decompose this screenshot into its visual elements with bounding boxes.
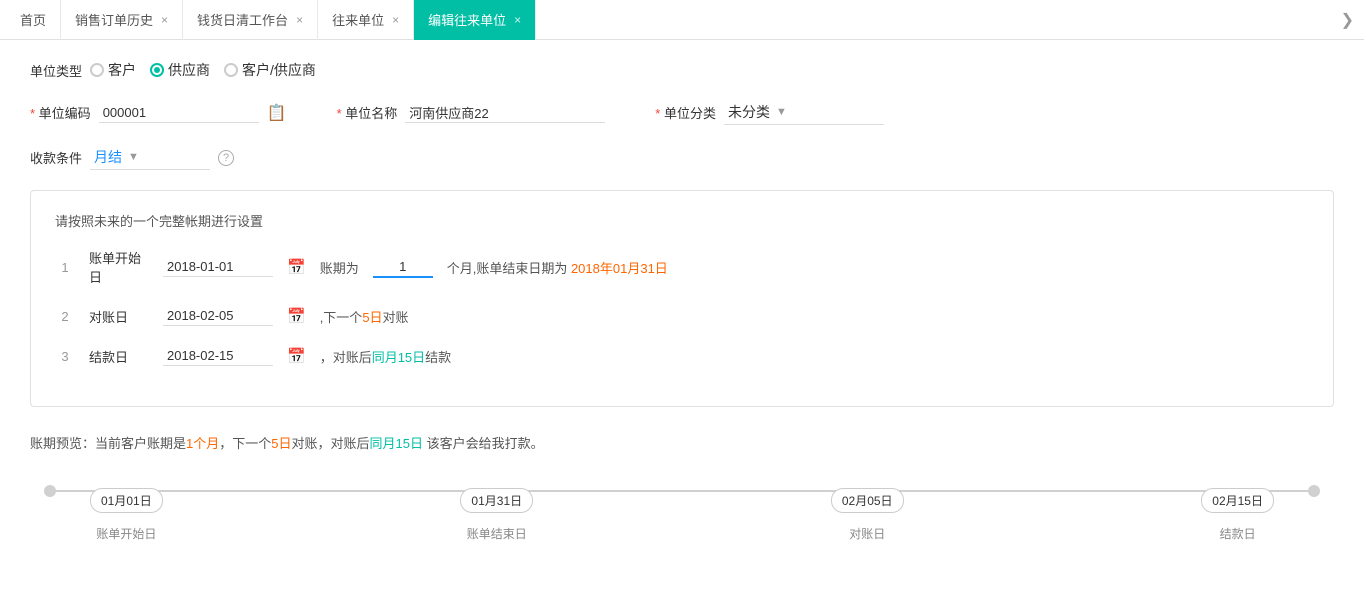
timeline-date-2: 02月05日 bbox=[831, 488, 904, 513]
unit-type-radio-group: 客户 供应商 客户/供应商 bbox=[90, 60, 316, 80]
timeline-date-1: 01月31日 bbox=[460, 488, 533, 513]
tab-home[interactable]: 首页 bbox=[10, 0, 61, 40]
unit-classify-value: 未分类 bbox=[728, 102, 770, 122]
tab-sales-label: 销售订单历史 bbox=[75, 10, 153, 29]
payment-date-input[interactable] bbox=[163, 346, 273, 366]
period-label-2: 对账日 bbox=[89, 307, 149, 326]
period-row-2: 2 对账日 📅 ,下一个5日对账 bbox=[55, 306, 1309, 326]
payment-desc: ，对账后同月15日结款 bbox=[320, 347, 452, 366]
unit-code-copy-icon[interactable]: 📋 bbox=[267, 103, 287, 123]
period-label-1: 账单开始日 bbox=[89, 248, 149, 286]
period-months-input[interactable] bbox=[373, 257, 433, 278]
payment-dropdown-arrow-icon: ▼ bbox=[128, 151, 139, 163]
payment-condition-field: 收款条件 月结 ▼ ? bbox=[30, 145, 234, 170]
timeline-date-0: 01月01日 bbox=[90, 488, 163, 513]
unit-code-label: 单位编码 bbox=[30, 103, 91, 122]
payment-condition-row: 收款条件 月结 ▼ ? bbox=[30, 145, 1334, 170]
start-date-cal-icon[interactable]: 📅 bbox=[287, 258, 306, 276]
tab-edit-partner-label: 编辑往来单位 bbox=[428, 10, 506, 29]
period-row-1: 1 账单开始日 📅 账期为 个月,账单结束日期为 2018年01月31日 bbox=[55, 248, 1309, 286]
timeline-label-0: 账单开始日 bbox=[96, 525, 156, 542]
period-for-label: 账期为 bbox=[320, 258, 359, 277]
timeline-points: 01月01日 账单开始日 01月31日 账单结束日 02月05日 对账日 02月… bbox=[50, 472, 1314, 542]
tab-partner-label: 往来单位 bbox=[332, 10, 384, 29]
unit-code-field: 单位编码 📋 bbox=[30, 103, 287, 123]
tab-edit-partner-close-icon[interactable]: × bbox=[514, 13, 521, 27]
start-date-input[interactable] bbox=[163, 257, 273, 277]
timeline-point-1: 01月31日 账单结束日 bbox=[460, 472, 533, 542]
unit-name-field: 单位名称 bbox=[337, 103, 606, 123]
payment-condition-label: 收款条件 bbox=[30, 148, 82, 167]
period-num-3: 3 bbox=[55, 349, 75, 364]
period-title: 请按照未来的一个完整帐期进行设置 bbox=[55, 211, 1309, 230]
timeline-label-2: 对账日 bbox=[849, 525, 885, 542]
radio-supplier-circle bbox=[150, 63, 164, 77]
unit-name-input[interactable] bbox=[405, 103, 605, 123]
radio-customer-label: 客户 bbox=[108, 60, 136, 80]
preview-text: 账期预览：当前客户账期是1个月，下一个5日对账，对账后同月15日 该客户会给我打… bbox=[30, 433, 1334, 452]
timeline-point-0: 01月01日 账单开始日 bbox=[90, 472, 163, 542]
tab-cash-work[interactable]: 钱货日清工作台 × bbox=[183, 0, 318, 40]
radio-both-label: 客户/供应商 bbox=[242, 60, 316, 80]
tab-home-label: 首页 bbox=[20, 10, 46, 29]
reconcile-date-input[interactable] bbox=[163, 306, 273, 326]
tab-partner[interactable]: 往来单位 × bbox=[318, 0, 414, 40]
period-label-3: 结款日 bbox=[89, 347, 149, 366]
radio-customer[interactable]: 客户 bbox=[90, 60, 136, 80]
reconcile-date-cal-icon[interactable]: 📅 bbox=[287, 307, 306, 325]
unit-classify-field: 单位分类 未分类 ▼ bbox=[655, 100, 884, 125]
main-content: 单位类型 客户 供应商 客户/供应商 单位编码 📋 bbox=[0, 40, 1364, 608]
payment-condition-value: 月结 bbox=[94, 147, 122, 167]
tab-sales-order-history[interactable]: 销售订单历史 × bbox=[61, 0, 183, 40]
radio-both[interactable]: 客户/供应商 bbox=[224, 60, 316, 80]
period-end-date: 2018年01月31日 bbox=[571, 261, 668, 276]
timeline-point-2: 02月05日 对账日 bbox=[831, 472, 904, 542]
radio-customer-circle bbox=[90, 63, 104, 77]
radio-both-circle bbox=[224, 63, 238, 77]
unit-type-field: 单位类型 客户 供应商 客户/供应商 bbox=[30, 60, 316, 80]
unit-info-row: 单位编码 📋 单位名称 单位分类 未分类 ▼ bbox=[30, 100, 1334, 125]
payment-date-cal-icon[interactable]: 📅 bbox=[287, 347, 306, 365]
tab-partner-close-icon[interactable]: × bbox=[392, 13, 399, 27]
tab-cash-close-icon[interactable]: × bbox=[296, 13, 303, 27]
timeline-label-1: 账单结束日 bbox=[467, 525, 527, 542]
period-num-1: 1 bbox=[55, 260, 75, 275]
radio-supplier-label: 供应商 bbox=[168, 60, 210, 80]
timeline-point-3: 02月15日 结款日 bbox=[1201, 472, 1274, 542]
preview-section: 账期预览：当前客户账期是1个月，下一个5日对账，对账后同月15日 该客户会给我打… bbox=[30, 423, 1334, 562]
classify-dropdown-arrow-icon: ▼ bbox=[776, 106, 787, 118]
unit-classify-label: 单位分类 bbox=[655, 103, 716, 122]
period-box: 请按照未来的一个完整帐期进行设置 1 账单开始日 📅 账期为 个月,账单结束日期… bbox=[30, 190, 1334, 407]
unit-type-row: 单位类型 客户 供应商 客户/供应商 bbox=[30, 60, 1334, 80]
tab-sales-close-icon[interactable]: × bbox=[161, 13, 168, 27]
unit-type-label: 单位类型 bbox=[30, 61, 82, 80]
reconcile-desc: ,下一个5日对账 bbox=[320, 307, 409, 326]
unit-name-label: 单位名称 bbox=[337, 103, 398, 122]
tabs-scroll-right[interactable]: ❯ bbox=[1341, 10, 1354, 30]
timeline-date-3: 02月15日 bbox=[1201, 488, 1274, 513]
unit-classify-dropdown[interactable]: 未分类 ▼ bbox=[724, 100, 884, 125]
timeline-label-3: 结款日 bbox=[1220, 525, 1256, 542]
payment-condition-dropdown[interactable]: 月结 ▼ bbox=[90, 145, 210, 170]
unit-code-input[interactable] bbox=[99, 103, 259, 123]
tab-edit-partner[interactable]: 编辑往来单位 × bbox=[414, 0, 536, 40]
tab-cash-label: 钱货日清工作台 bbox=[197, 10, 288, 29]
help-icon[interactable]: ? bbox=[218, 150, 234, 166]
period-row-3: 3 结款日 📅 ，对账后同月15日结款 bbox=[55, 346, 1309, 366]
timeline: 01月01日 账单开始日 01月31日 账单结束日 02月05日 对账日 02月… bbox=[30, 472, 1334, 542]
period-unit-label: 个月,账单结束日期为 2018年01月31日 bbox=[447, 258, 668, 277]
period-num-2: 2 bbox=[55, 309, 75, 324]
tabs-bar: 首页 销售订单历史 × 钱货日清工作台 × 往来单位 × 编辑往来单位 × ❯ bbox=[0, 0, 1364, 40]
radio-supplier[interactable]: 供应商 bbox=[150, 60, 210, 80]
